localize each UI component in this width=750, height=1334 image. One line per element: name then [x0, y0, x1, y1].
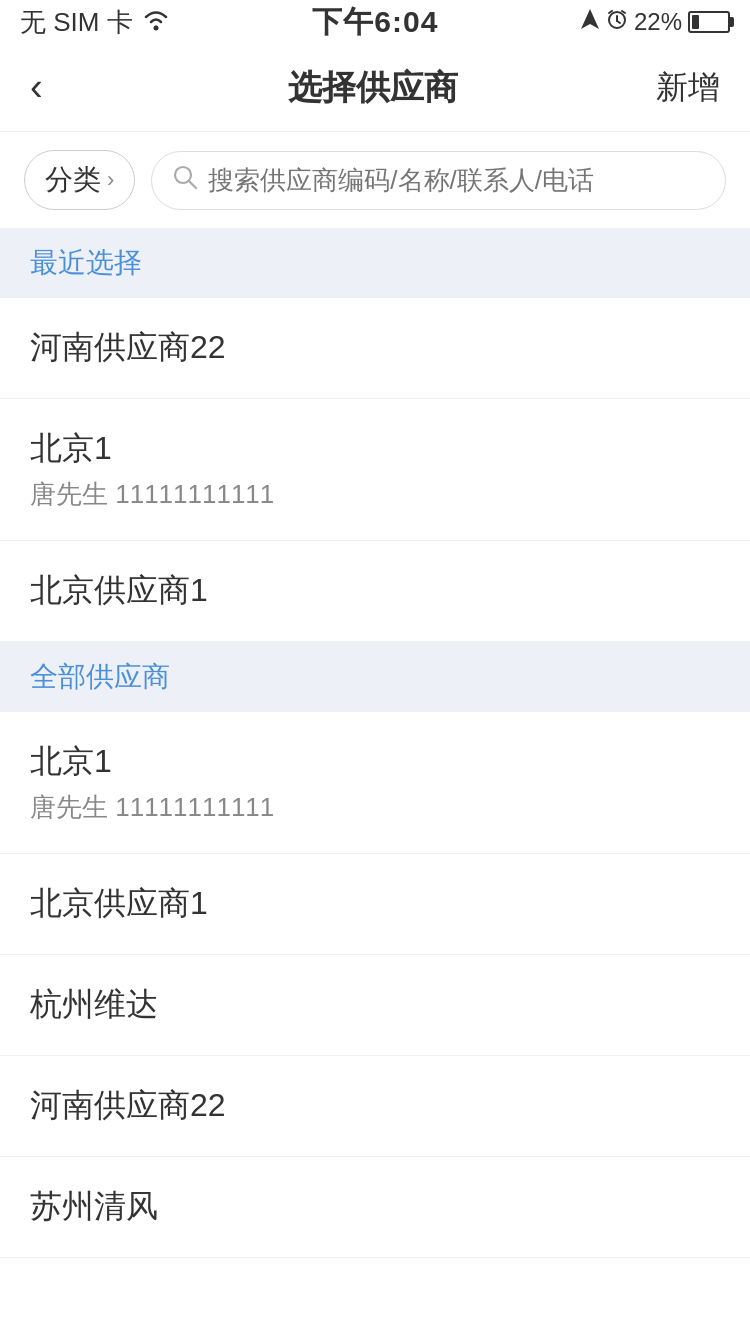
- item-name: 河南供应商22: [30, 326, 720, 370]
- alarm-icon: [606, 8, 628, 36]
- location-icon: [580, 8, 600, 36]
- recent-section-header: 最近选择: [0, 228, 750, 298]
- all-item-4[interactable]: 苏州清风: [0, 1157, 750, 1258]
- status-bar: 无 SIM 卡 下午6:04 22%: [0, 0, 750, 44]
- all-section-header: 全部供应商: [0, 642, 750, 712]
- status-time: 下午6:04: [312, 2, 438, 43]
- recent-item-0[interactable]: 河南供应商22: [0, 298, 750, 399]
- svg-line-4: [609, 11, 612, 13]
- recent-section-label: 最近选择: [30, 247, 142, 278]
- category-label: 分类: [45, 161, 101, 199]
- item-name: 北京1: [30, 740, 720, 784]
- recent-items-list: 河南供应商22 北京1 唐先生 11111111111 北京供应商1: [0, 298, 750, 642]
- all-item-3[interactable]: 河南供应商22: [0, 1056, 750, 1157]
- all-item-0[interactable]: 北京1 唐先生 11111111111: [0, 712, 750, 854]
- item-name: 杭州维达: [30, 983, 720, 1027]
- all-item-2[interactable]: 杭州维达: [0, 955, 750, 1056]
- status-right: 22%: [580, 8, 730, 36]
- battery-percentage: 22%: [634, 8, 682, 36]
- no-sim-text: 无 SIM 卡: [20, 5, 133, 40]
- all-item-1[interactable]: 北京供应商1: [0, 854, 750, 955]
- nav-title: 选择供应商: [288, 65, 458, 111]
- recent-item-1[interactable]: 北京1 唐先生 11111111111: [0, 399, 750, 541]
- item-sub: 唐先生 11111111111: [30, 477, 720, 512]
- search-icon: [172, 164, 198, 197]
- svg-line-3: [617, 21, 620, 23]
- recent-item-2[interactable]: 北京供应商1: [0, 541, 750, 642]
- svg-line-5: [622, 11, 625, 13]
- svg-point-0: [153, 25, 158, 30]
- back-button[interactable]: ‹: [30, 66, 90, 109]
- item-name: 苏州清风: [30, 1185, 720, 1229]
- all-section-label: 全部供应商: [30, 661, 170, 692]
- filter-bar: 分类 ›: [0, 132, 750, 228]
- search-box[interactable]: [151, 151, 726, 210]
- all-items-list: 北京1 唐先生 11111111111 北京供应商1 杭州维达 河南供应商22 …: [0, 712, 750, 1258]
- item-name: 北京供应商1: [30, 569, 720, 613]
- add-button[interactable]: 新增: [656, 66, 720, 110]
- svg-line-7: [189, 181, 196, 188]
- wifi-icon: [141, 7, 171, 38]
- item-sub: 唐先生 11111111111: [30, 790, 720, 825]
- item-name: 北京供应商1: [30, 882, 720, 926]
- battery-icon: [688, 11, 730, 33]
- item-name: 河南供应商22: [30, 1084, 720, 1128]
- chevron-right-icon: ›: [107, 167, 114, 193]
- search-input[interactable]: [208, 165, 705, 196]
- item-name: 北京1: [30, 427, 720, 471]
- category-button[interactable]: 分类 ›: [24, 150, 135, 210]
- status-left: 无 SIM 卡: [20, 5, 171, 40]
- nav-bar: ‹ 选择供应商 新增: [0, 44, 750, 132]
